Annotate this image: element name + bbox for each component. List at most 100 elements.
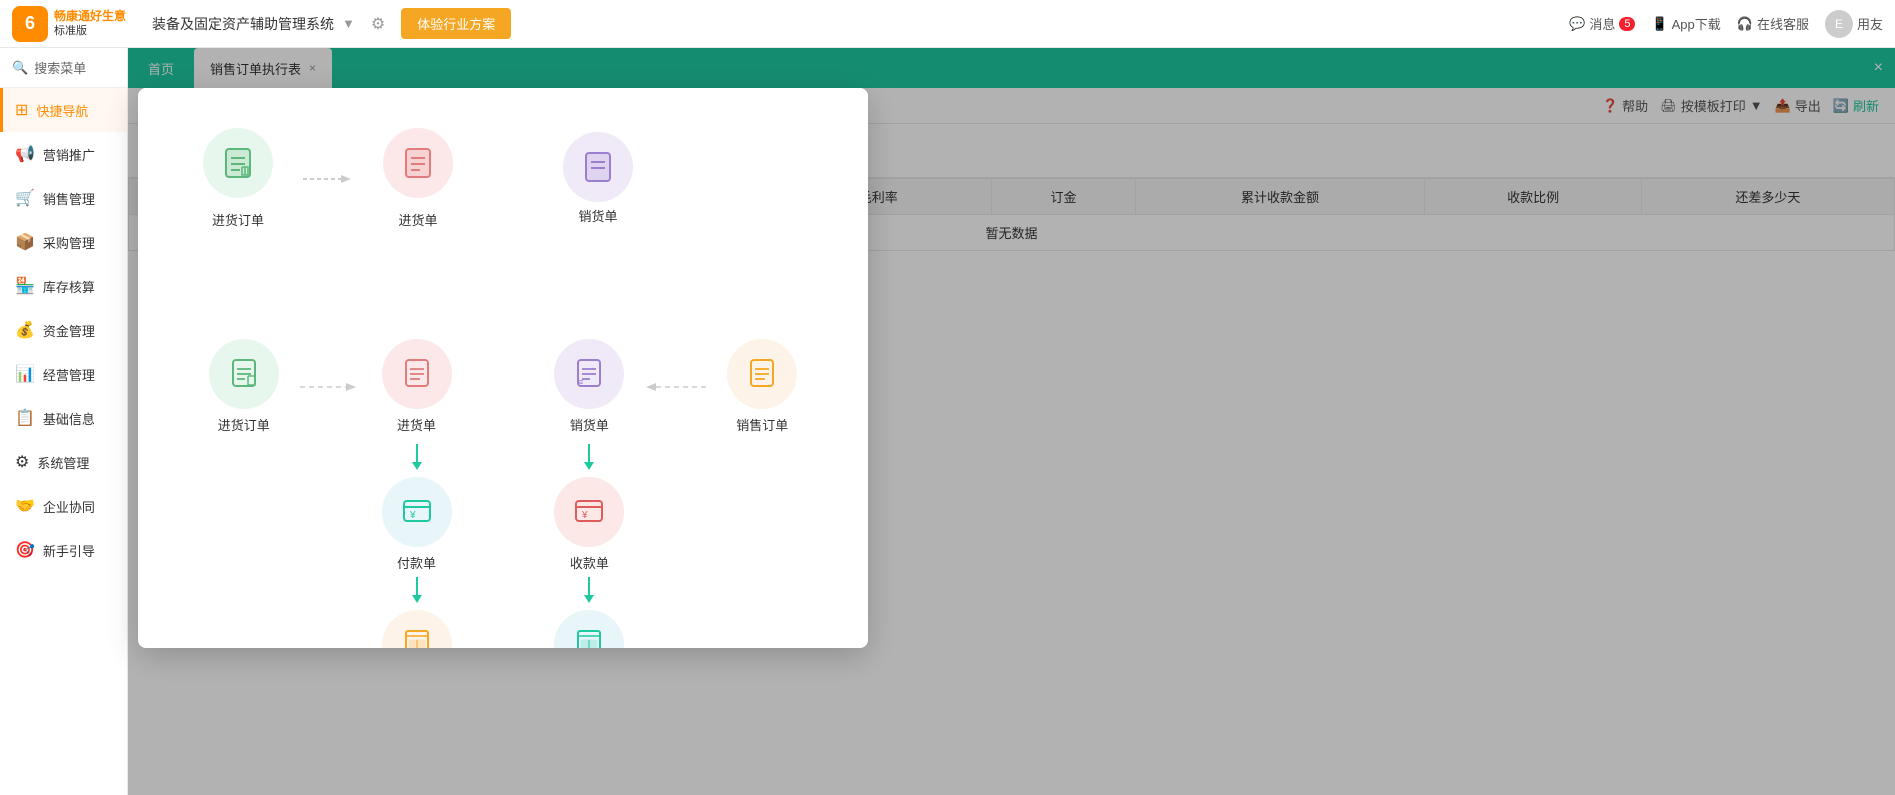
purchase-bill-label: 进货单 xyxy=(398,210,437,229)
arrow-h-1 xyxy=(303,169,353,189)
arrow-jinhuo-down xyxy=(382,444,452,472)
purchase-bill-node[interactable]: 进货单 xyxy=(373,118,463,239)
sidebar-item-label-quick-nav: 快捷导航 xyxy=(36,101,88,120)
sidebar-item-label-sys-mgmt: 系统管理 xyxy=(37,453,89,472)
flow-row-2: ¥ 付款单 ¥ 收款单 xyxy=(178,472,828,577)
arrow-xiaohuo-down xyxy=(554,444,624,472)
arrow-shoukuan-down xyxy=(554,577,624,605)
sidebar-item-marketing[interactable]: 📢 营销推广 xyxy=(0,132,127,176)
sidebar-item-label-finance: 资金管理 xyxy=(43,321,95,340)
flow-layout: 进货订单 进货单 xyxy=(178,329,828,648)
sidebar-item-finance[interactable]: 💰 资金管理 xyxy=(0,308,127,352)
logo-area: 6 畅康通好生意 标准版 xyxy=(12,6,140,42)
jinhuodd-label: 进货订单 xyxy=(218,415,270,434)
shoukuan-circle: ¥ xyxy=(554,477,624,547)
enterprise-icon: 🤝 xyxy=(15,496,35,516)
svg-text:¥: ¥ xyxy=(581,510,588,521)
sales-bill-node[interactable]: 销货单 xyxy=(563,132,633,225)
modal-content: 进货订单 进货单 xyxy=(138,88,868,648)
node-shoukuan[interactable]: ¥ 收款单 xyxy=(554,477,624,572)
xiaohuo-label: 销货单 xyxy=(570,415,609,434)
sidebar-item-label-operations: 经营管理 xyxy=(43,365,95,384)
sidebar-item-label-basic-info: 基础信息 xyxy=(43,409,95,428)
svg-text:¥: ¥ xyxy=(409,510,416,521)
search-menu-label: 搜索菜单 xyxy=(34,58,86,77)
sidebar-item-sys-mgmt[interactable]: ⚙ 系统管理 xyxy=(0,440,127,484)
fukuan-circle: ¥ xyxy=(382,477,452,547)
sidebar-item-label-purchase: 采购管理 xyxy=(43,233,95,252)
sales-bill-circle xyxy=(563,132,633,202)
node-xiaohuo[interactable]: ≡ 销货单 xyxy=(554,339,624,434)
sidebar-item-label-enterprise: 企业协同 xyxy=(43,497,95,516)
message-badge: 5 xyxy=(1619,17,1635,31)
sidebar-item-sales[interactable]: 🛒 销售管理 xyxy=(0,176,127,220)
sales-bill-label: 销货单 xyxy=(578,206,617,225)
purchase-order-label: 进货订单 xyxy=(212,210,264,229)
inventory-icon: 🏪 xyxy=(15,276,35,296)
message-item[interactable]: 💬 消息 5 xyxy=(1569,14,1635,33)
node-xiaoshoudd[interactable]: 销售订单 xyxy=(727,339,797,434)
sidebar-item-enterprise[interactable]: 🤝 企业协同 xyxy=(0,484,127,528)
online-service-item[interactable]: 🎧 在线客服 xyxy=(1737,14,1809,33)
node-jinhuodd[interactable]: 进货订单 xyxy=(209,339,279,434)
trial-button[interactable]: 体验行业方案 xyxy=(401,8,511,39)
quick-nav-icon: ⊞ xyxy=(15,100,28,120)
marketing-icon: 📢 xyxy=(15,144,35,164)
message-icon: 💬 xyxy=(1569,16,1585,32)
user-item[interactable]: E 用友 xyxy=(1825,10,1883,38)
xiaohuo-circle: ≡ xyxy=(554,339,624,409)
sidebar-item-label-newbie: 新手引导 xyxy=(43,541,95,560)
sidebar-item-label-sales: 销售管理 xyxy=(43,189,95,208)
purchase-icon: 📦 xyxy=(15,232,35,252)
flow-row-1: 进货订单 进货单 xyxy=(178,329,828,444)
flow-row-3: 供应商账本 客户账本 xyxy=(178,605,828,648)
sidebar-item-basic-info[interactable]: 📋 基础信息 xyxy=(0,396,127,440)
avatar: E xyxy=(1825,10,1853,38)
arrow-xiaoshoudd-left xyxy=(646,377,706,397)
sidebar-item-inventory[interactable]: 🏪 库存核算 xyxy=(0,264,127,308)
top-bar: 6 畅康通好生意 标准版 装备及固定资产辅助管理系统 ▼ ⚙ 体验行业方案 💬 … xyxy=(0,0,1895,48)
node-customer-ledger[interactable]: 客户账本 xyxy=(554,610,624,648)
gear-icon[interactable]: ⚙ xyxy=(371,14,385,34)
sidebar-item-operations[interactable]: 📊 经营管理 xyxy=(0,352,127,396)
sys-mgmt-icon: ⚙ xyxy=(15,452,29,472)
top-right: 💬 消息 5 📱 App下载 🎧 在线客服 E 用友 xyxy=(1569,10,1883,38)
arrow-fukuan-down xyxy=(382,577,452,605)
purchase-order-circle xyxy=(203,128,273,198)
supplier-ledger-circle xyxy=(382,610,452,648)
sidebar-item-quick-nav[interactable]: ⊞ 快捷导航 xyxy=(0,88,127,132)
newbie-icon: 🎯 xyxy=(15,540,35,560)
jinhuodd-circle xyxy=(209,339,279,409)
purchase-bill-circle xyxy=(383,128,453,198)
sales-icon: 🛒 xyxy=(15,188,35,208)
sys-dropdown-icon[interactable]: ▼ xyxy=(342,16,355,31)
node-jinhuo[interactable]: 进货单 xyxy=(382,339,452,434)
basic-info-icon: 📋 xyxy=(15,408,35,428)
customer-ledger-circle xyxy=(554,610,624,648)
arrow-jinhuo-right xyxy=(300,377,360,397)
node-fukuan[interactable]: ¥ 付款单 xyxy=(382,477,452,572)
logo-line1: 畅康通好生意 xyxy=(54,9,126,25)
sidebar-item-label-inventory: 库存核算 xyxy=(43,277,95,296)
app-download-icon: 📱 xyxy=(1651,16,1667,32)
purchase-order-node[interactable]: 进货订单 xyxy=(193,118,283,239)
app-download-label: App下载 xyxy=(1672,14,1721,33)
sidebar: 🔍 搜索菜单 ⊞ 快捷导航 📢 营销推广 🛒 销售管理 📦 采购管理 🏪 xyxy=(0,48,128,795)
shoukuan-label: 收款单 xyxy=(570,553,609,572)
xiaoshoudd-label: 销售订单 xyxy=(736,415,788,434)
finance-icon: 💰 xyxy=(15,320,35,340)
modal-box: 进货订单 进货单 xyxy=(138,88,868,648)
sys-name: 装备及固定资产辅助管理系统 xyxy=(152,14,334,34)
node-supplier-ledger[interactable]: 供应商账本 xyxy=(382,610,452,648)
logo-line2: 标准版 xyxy=(54,24,126,38)
app-download-item[interactable]: 📱 App下载 xyxy=(1651,14,1720,33)
top-center: 装备及固定资产辅助管理系统 ▼ ⚙ 体验行业方案 xyxy=(140,8,1569,39)
search-menu[interactable]: 🔍 搜索菜单 xyxy=(0,48,127,88)
message-label: 消息 xyxy=(1589,14,1615,33)
operations-icon: 📊 xyxy=(15,364,35,384)
jinhuo-circle xyxy=(382,339,452,409)
logo-icon: 6 xyxy=(12,6,48,42)
sidebar-item-purchase[interactable]: 📦 采购管理 xyxy=(0,220,127,264)
jinhuo-label: 进货单 xyxy=(397,415,436,434)
sidebar-item-newbie[interactable]: 🎯 新手引导 xyxy=(0,528,127,572)
